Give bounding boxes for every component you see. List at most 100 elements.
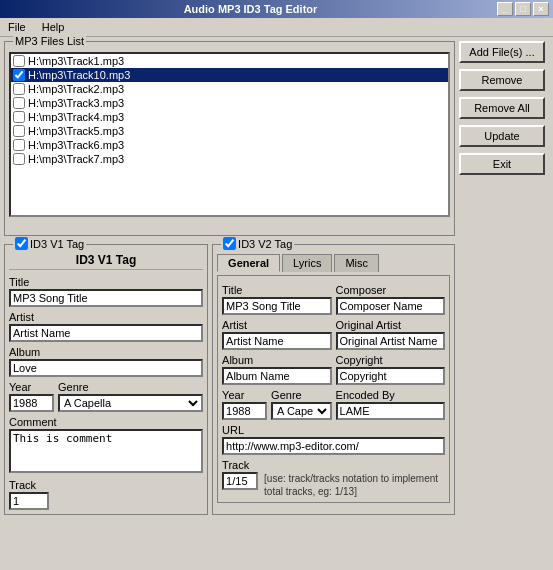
file-checkbox-0[interactable] — [13, 55, 25, 67]
tab-lyrics[interactable]: Lyrics — [282, 254, 332, 272]
id3v2-panel-title: ID3 V2 Tag — [221, 237, 294, 250]
list-item[interactable]: H:\mp3\Track5.mp3 — [11, 124, 448, 138]
id3v2-title-label: ID3 V2 Tag — [238, 238, 292, 250]
menu-help[interactable]: Help — [38, 20, 69, 34]
v2-artist-input[interactable] — [222, 332, 331, 350]
remove-all-button[interactable]: Remove All — [459, 97, 545, 119]
list-item[interactable]: H:\mp3\Track1.mp3 — [11, 54, 448, 68]
file-checkbox-7[interactable] — [13, 153, 25, 165]
artist-input[interactable] — [9, 324, 203, 342]
track-input[interactable] — [9, 492, 49, 510]
v2-album-label: Album — [222, 354, 331, 366]
id3v1-panel: ID3 V1 Tag ID3 V1 Tag Title Artist Album… — [4, 244, 208, 515]
file-list-label: MP3 Files List — [13, 35, 86, 47]
v2-genre-label: Genre — [271, 389, 331, 401]
id3v1-enable-checkbox[interactable] — [15, 237, 28, 250]
remove-button[interactable]: Remove — [459, 69, 545, 91]
v2-year-input[interactable] — [222, 402, 267, 420]
v2-copyright-label: Copyright — [336, 354, 445, 366]
file-listbox[interactable]: H:\mp3\Track1.mp3 H:\mp3\Track10.mp3 H:\… — [9, 52, 450, 217]
list-item[interactable]: H:\mp3\Track2.mp3 — [11, 82, 448, 96]
title-input[interactable] — [9, 289, 203, 307]
title-col: Title — [222, 280, 331, 315]
genre-select[interactable]: A Capella — [58, 394, 203, 412]
file-checkbox-4[interactable] — [13, 111, 25, 123]
tab-general[interactable]: General — [217, 254, 280, 272]
close-button[interactable]: × — [533, 2, 549, 16]
v2-album-input[interactable] — [222, 367, 331, 385]
comment-textarea[interactable] — [9, 429, 203, 473]
year-input[interactable] — [9, 394, 54, 412]
comment-label: Comment — [9, 416, 203, 428]
v2-orig-artist-input[interactable] — [336, 332, 445, 350]
list-item[interactable]: H:\mp3\Track7.mp3 — [11, 152, 448, 166]
file-list-group: MP3 Files List H:\mp3\Track1.mp3 H:\mp3\… — [4, 41, 455, 236]
window-title: Audio MP3 ID3 Tag Editor — [4, 3, 497, 15]
list-item[interactable]: H:\mp3\Track3.mp3 — [11, 96, 448, 110]
window-controls[interactable]: _ □ × — [497, 2, 549, 16]
add-file-button[interactable]: Add File(s) ... — [459, 41, 545, 63]
v2-encoded-by-label: Encoded By — [336, 389, 445, 401]
track-hint: [use: track/tracks notation to implement… — [264, 472, 445, 498]
title-bar: Audio MP3 ID3 Tag Editor _ □ × — [0, 0, 553, 18]
list-item[interactable]: H:\mp3\Track6.mp3 — [11, 138, 448, 152]
tab-misc[interactable]: Misc — [334, 254, 379, 272]
genre-group: Genre A Capella — [58, 377, 203, 412]
year-label: Year — [9, 381, 54, 393]
file-checkbox-1[interactable] — [13, 69, 25, 81]
v2-genre-select[interactable]: A Capella — [271, 402, 331, 420]
id3v2-tabs: General Lyrics Misc — [217, 253, 450, 271]
year-genre-row: Year Genre A Capella — [9, 377, 203, 412]
v2-artist-col: Artist — [222, 315, 331, 350]
id3v2-panel: ID3 V2 Tag General Lyrics Misc Title — [212, 244, 455, 515]
file-name-0: H:\mp3\Track1.mp3 — [28, 55, 124, 67]
album-label: Album — [9, 346, 203, 358]
v2-url-input[interactable] — [222, 437, 445, 455]
list-item[interactable]: H:\mp3\Track10.mp3 — [11, 68, 448, 82]
title-label: Title — [9, 276, 203, 288]
v2-title-input[interactable] — [222, 297, 331, 315]
main-content: MP3 Files List H:\mp3\Track1.mp3 H:\mp3\… — [0, 37, 553, 519]
orig-artist-col: Original Artist — [336, 315, 445, 350]
v2-artist-label: Artist — [222, 319, 331, 331]
file-checkbox-3[interactable] — [13, 97, 25, 109]
file-name-3: H:\mp3\Track3.mp3 — [28, 97, 124, 109]
artist-orig-row: Artist Original Artist — [222, 315, 445, 350]
album-input[interactable] — [9, 359, 203, 377]
v2-track-label: Track — [222, 459, 445, 471]
menu-file[interactable]: File — [4, 20, 30, 34]
file-checkbox-2[interactable] — [13, 83, 25, 95]
exit-button[interactable]: Exit — [459, 153, 545, 175]
id3v1-heading: ID3 V1 Tag — [9, 253, 203, 270]
file-name-6: H:\mp3\Track6.mp3 — [28, 139, 124, 151]
left-panel: MP3 Files List H:\mp3\Track1.mp3 H:\mp3\… — [4, 41, 455, 515]
composer-col: Composer — [336, 280, 445, 315]
id3v1-panel-title: ID3 V1 Tag — [13, 237, 86, 250]
v2-year-group: Year — [222, 385, 267, 420]
maximize-button[interactable]: □ — [515, 2, 531, 16]
file-name-4: H:\mp3\Track4.mp3 — [28, 111, 124, 123]
v2-encoded-by-input[interactable] — [336, 402, 445, 420]
right-panel: Add File(s) ... Remove Remove All Update… — [459, 41, 549, 515]
track-label: Track — [9, 479, 203, 491]
file-name-2: H:\mp3\Track2.mp3 — [28, 83, 124, 95]
tag-section: ID3 V1 Tag ID3 V1 Tag Title Artist Album… — [4, 244, 455, 515]
v2-url-label: URL — [222, 424, 445, 436]
v2-album-col: Album — [222, 350, 331, 385]
file-checkbox-6[interactable] — [13, 139, 25, 151]
v2-composer-input[interactable] — [336, 297, 445, 315]
v2-track-input[interactable] — [222, 472, 258, 490]
v2-orig-artist-label: Original Artist — [336, 319, 445, 331]
file-checkbox-5[interactable] — [13, 125, 25, 137]
minimize-button[interactable]: _ — [497, 2, 513, 16]
encoded-by-col: Encoded By — [336, 385, 445, 420]
update-button[interactable]: Update — [459, 125, 545, 147]
track-row: [use: track/tracks notation to implement… — [222, 472, 445, 498]
list-item[interactable]: H:\mp3\Track4.mp3 — [11, 110, 448, 124]
genre-label: Genre — [58, 381, 203, 393]
v2-copyright-input[interactable] — [336, 367, 445, 385]
year-genre-encoded-row: Year Genre A Capella — [222, 385, 445, 420]
year-group: Year — [9, 377, 54, 412]
id3v2-enable-checkbox[interactable] — [223, 237, 236, 250]
v2-year-label: Year — [222, 389, 267, 401]
